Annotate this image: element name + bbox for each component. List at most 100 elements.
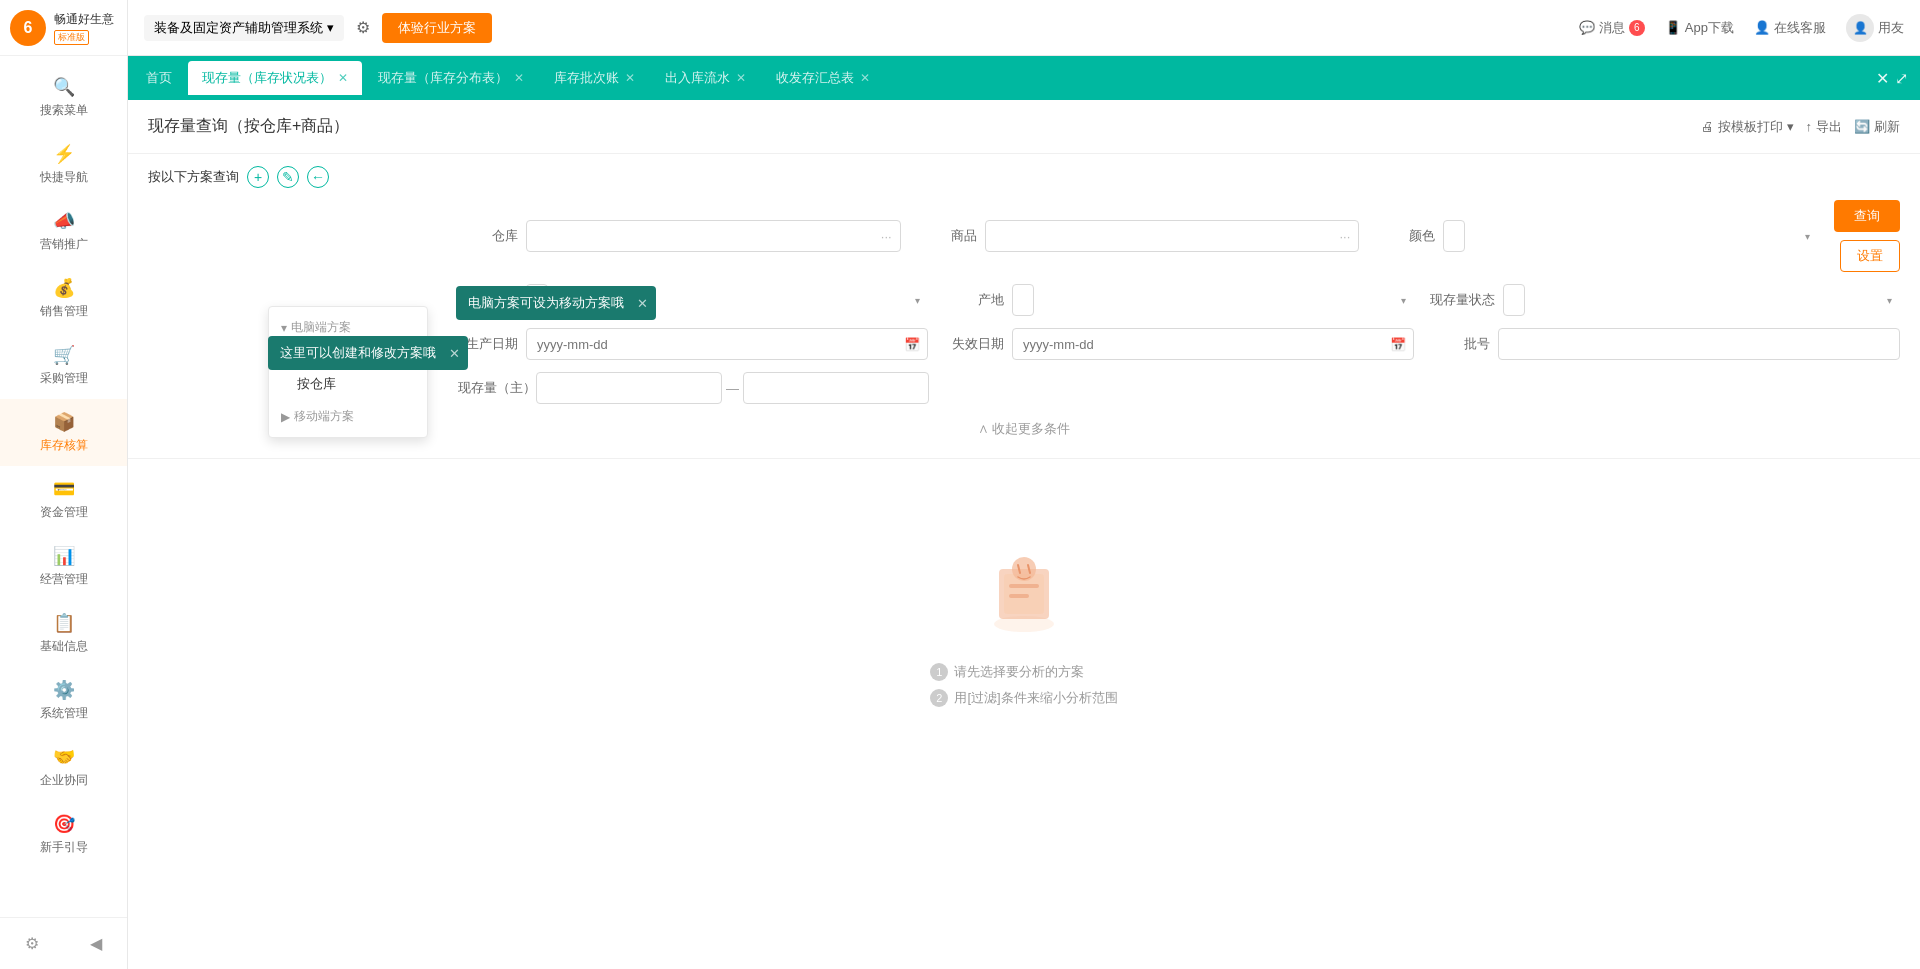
tooltip2-close[interactable]: ✕	[449, 346, 460, 361]
sidebar-item-search[interactable]: 🔍 搜索菜单	[0, 64, 127, 131]
sidebar-item-inventory[interactable]: 📦 库存核算	[0, 399, 127, 466]
user-profile[interactable]: 👤 用友	[1846, 14, 1904, 42]
filter-section-label: 按以下方案查询	[148, 168, 239, 186]
svg-rect-4	[1009, 594, 1029, 598]
tabbar-fullscreen[interactable]: ⤢	[1895, 69, 1908, 88]
scheme-expand-icon: ▾	[281, 321, 287, 335]
inventory-label: 库存核算	[40, 437, 88, 454]
experience-button[interactable]: 体验行业方案	[382, 13, 492, 43]
guide-label: 新手引导	[40, 839, 88, 856]
export-action[interactable]: ↑ 导出	[1806, 118, 1843, 136]
refresh-action[interactable]: 🔄 刷新	[1854, 118, 1900, 136]
range-separator: —	[726, 381, 739, 396]
tab-close-in_out_flow[interactable]: ✕	[736, 71, 746, 85]
scheme-back-button[interactable]: ←	[307, 166, 329, 188]
origin-select[interactable]	[1012, 284, 1034, 316]
search-button[interactable]: 查询	[1834, 200, 1900, 232]
finance-label: 资金管理	[40, 504, 88, 521]
svg-rect-3	[1009, 584, 1039, 588]
main-content: 现存量查询（按仓库+商品） 🖨 按模板打印 ▾ ↑ 导出 🔄 刷新 按以下方案查…	[128, 100, 1920, 969]
product-input[interactable]: ···	[985, 220, 1360, 252]
batch-no-input[interactable]	[1498, 328, 1900, 360]
basic-icon: 📋	[53, 612, 75, 634]
step1-text: 请先选择要分析的方案	[954, 659, 1084, 685]
sidebar-item-quick[interactable]: ⚡ 快捷导航	[0, 131, 127, 198]
print-action[interactable]: 🖨 按模板打印 ▾	[1701, 118, 1794, 136]
sidebar-item-sales[interactable]: 💰 销售管理	[0, 265, 127, 332]
stock-qty-from[interactable]	[536, 372, 722, 404]
sidebar-logo: 6 畅通好生意 标准版	[0, 0, 127, 56]
export-label: 导出	[1816, 118, 1842, 136]
tab-inventory_dist[interactable]: 现存量（库存分布表）✕	[364, 61, 538, 95]
warehouse-input[interactable]: ···	[526, 220, 901, 252]
coop-icon: 🤝	[53, 746, 75, 768]
page-actions: 🖨 按模板打印 ▾ ↑ 导出 🔄 刷新	[1701, 118, 1901, 136]
tab-batch_account[interactable]: 库存批次账✕	[540, 61, 649, 95]
tab-close-inventory_dist[interactable]: ✕	[514, 71, 524, 85]
tab-label-receive_summary: 收发存汇总表	[776, 69, 854, 87]
tab-close-receive_summary[interactable]: ✕	[860, 71, 870, 85]
color-label: 颜色	[1375, 227, 1435, 245]
messages-label: 消息	[1599, 19, 1625, 37]
filter-area: 按以下方案查询 + ✎ ← 电脑方案可设为移动方案哦 ✕ ▾ 电脑端方案 按商品…	[128, 154, 1920, 459]
collapse-sidebar-icon[interactable]: ◀	[82, 930, 110, 957]
stock-qty-to[interactable]	[743, 372, 929, 404]
product-more-icon: ···	[1339, 229, 1350, 244]
tab-home[interactable]: 首页	[132, 61, 186, 95]
settings-icon[interactable]: ⚙	[356, 18, 370, 37]
tab-close-inventory_status[interactable]: ✕	[338, 71, 348, 85]
filter-stock-status: 现存量状态	[1430, 284, 1900, 316]
scheme-expand-mobile-icon: ▶	[281, 410, 290, 424]
sidebar-item-marketing[interactable]: 📣 营销推广	[0, 198, 127, 265]
color-select[interactable]	[1443, 220, 1465, 252]
filter-header: 按以下方案查询 + ✎ ← 电脑方案可设为移动方案哦 ✕	[148, 166, 1900, 188]
sidebar-item-finance[interactable]: 💳 资金管理	[0, 466, 127, 533]
header-left: 装备及固定资产辅助管理系统 ▾ ⚙ 体验行业方案	[144, 13, 492, 43]
mobile-icon: 📱	[1665, 20, 1681, 35]
sidebar-item-operations[interactable]: 📊 经营管理	[0, 533, 127, 600]
tabbar-close-all[interactable]: ✕	[1876, 69, 1889, 88]
coop-label: 企业协同	[40, 772, 88, 789]
sidebar-item-basic[interactable]: 📋 基础信息	[0, 600, 127, 667]
tooltip1-close[interactable]: ✕	[637, 296, 648, 311]
sidebar-item-guide[interactable]: 🎯 新手引导	[0, 801, 127, 868]
tab-inventory_status[interactable]: 现存量（库存状况表）✕	[188, 61, 362, 95]
support-action[interactable]: 👤 在线客服	[1754, 19, 1826, 37]
sidebar-item-system[interactable]: ⚙️ 系统管理	[0, 667, 127, 734]
produce-date-input[interactable]	[526, 328, 928, 360]
edit-scheme-button[interactable]: ✎	[277, 166, 299, 188]
filter-color: 颜色	[1375, 220, 1818, 252]
search-btns: 查询 设置	[1834, 200, 1900, 272]
messages-action[interactable]: 💬 消息 6	[1579, 19, 1645, 37]
messages-badge: 6	[1629, 20, 1645, 36]
expiry-date-input[interactable]	[1012, 328, 1414, 360]
batch-no-label: 批号	[1430, 335, 1490, 353]
scheme-group-mobile[interactable]: ▶ 移动端方案	[269, 402, 427, 431]
tooltip-scheme-mobile: 电脑方案可设为移动方案哦 ✕	[456, 286, 656, 320]
sidebar-item-coop[interactable]: 🤝 企业协同	[0, 734, 127, 801]
page-header: 现存量查询（按仓库+商品） 🖨 按模板打印 ▾ ↑ 导出 🔄 刷新	[128, 100, 1920, 154]
marketing-icon: 📣	[53, 210, 75, 232]
collapse-label: 收起更多条件	[992, 421, 1070, 436]
step2-text: 用[过滤]条件来缩小分析范围	[954, 685, 1117, 711]
tooltip1-text: 电脑方案可设为移动方案哦	[468, 295, 624, 310]
sidebar-item-purchase[interactable]: 🛒 采购管理	[0, 332, 127, 399]
finance-icon: 💳	[53, 478, 75, 500]
filter-rows-container: 仓库 ··· 商品 ··· 颜色	[458, 200, 1900, 404]
sales-label: 销售管理	[40, 303, 88, 320]
stock-status-select[interactable]	[1503, 284, 1525, 316]
system-selector[interactable]: 装备及固定资产辅助管理系统 ▾	[144, 15, 344, 41]
setting-button[interactable]: 设置	[1840, 240, 1900, 272]
tab-close-batch_account[interactable]: ✕	[625, 71, 635, 85]
tab-in_out_flow[interactable]: 出入库流水✕	[651, 61, 760, 95]
scheme-group-label: 电脑端方案	[291, 319, 351, 336]
purchase-icon: 🛒	[53, 344, 75, 366]
tooltip2-text: 这里可以创建和修改方案哦	[280, 345, 436, 360]
scheme-item-by-warehouse[interactable]: 按仓库	[269, 370, 427, 398]
settings-bottom-icon[interactable]: ⚙	[17, 930, 47, 957]
app-download-action[interactable]: 📱 App下载	[1665, 19, 1734, 37]
system-name-label: 装备及固定资产辅助管理系统	[154, 19, 323, 37]
tab-receive_summary[interactable]: 收发存汇总表 ✕	[762, 61, 884, 95]
message-icon: 💬	[1579, 20, 1595, 35]
add-scheme-button[interactable]: +	[247, 166, 269, 188]
